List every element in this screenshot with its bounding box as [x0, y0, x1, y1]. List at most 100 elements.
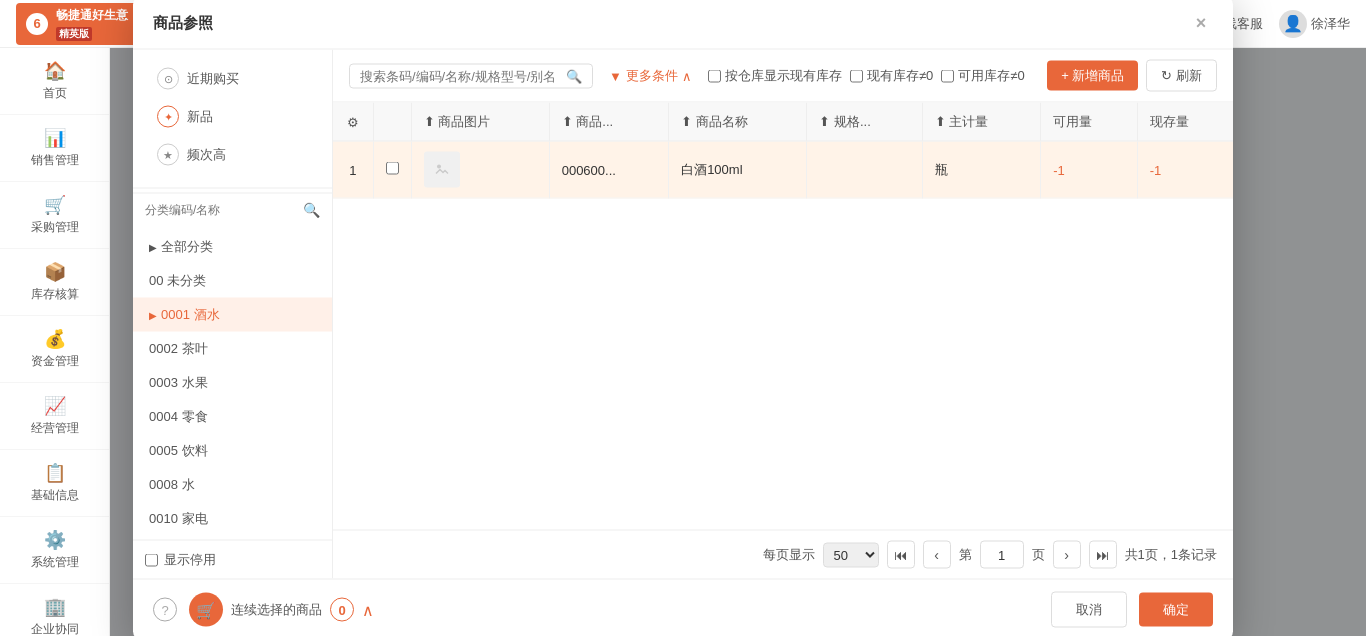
cell-code: 000600... — [549, 141, 668, 198]
next-page-button[interactable]: › — [1053, 541, 1081, 569]
product-search-input[interactable] — [360, 68, 560, 83]
sidebar-item-basic[interactable]: 📋 基础信息 — [0, 450, 109, 517]
left-panel-top: ⊙ 近期购买 ✦ 新品 ★ 频次高 — [133, 50, 332, 184]
all-categories-item[interactable]: ▶ 全部分类 — [133, 230, 332, 264]
col-name[interactable]: ⬆ 商品名称 — [669, 103, 807, 142]
current-stock-filter[interactable]: 现有库存≠0 — [850, 67, 933, 85]
more-filters-button[interactable]: ▼ 更多条件 ∧ — [601, 63, 700, 89]
available-stock-filter[interactable]: 可用库存≠0 — [941, 67, 1024, 85]
inventory-label: 库存核算 — [31, 286, 79, 303]
refresh-button[interactable]: ↻ 刷新 — [1146, 60, 1217, 92]
cat-0002-label: 0002 茶叶 — [149, 340, 208, 358]
category-list: ▶ 全部分类 00 未分类 ▶ 0001 酒水 0002 茶叶 0003 水果 — [133, 226, 332, 540]
display-disabled-checkbox[interactable] — [145, 553, 158, 566]
col-unit[interactable]: ⬆ 主计量 — [922, 103, 1041, 142]
product-thumbnail — [424, 152, 460, 188]
col-stock[interactable]: 现存量 — [1137, 103, 1233, 142]
sidebar-item-enterprise[interactable]: 🏢 企业协同 — [0, 584, 109, 636]
sales-icon: 📊 — [44, 127, 66, 149]
operation-label: 经营管理 — [31, 420, 79, 437]
display-disabled-toggle[interactable]: 显示停用 — [133, 540, 332, 579]
recent-buy-item[interactable]: ⊙ 近期购买 — [145, 60, 320, 98]
sidebar-item-purchase[interactable]: 🛒 采购管理 — [0, 182, 109, 249]
category-0001[interactable]: ▶ 0001 酒水 — [133, 298, 332, 332]
enterprise-label: 企业协同 — [31, 621, 79, 636]
cat-0001-label: 0001 酒水 — [161, 306, 220, 324]
cat-0010-label: 0010 家电 — [149, 510, 208, 528]
per-page-select[interactable]: 50 10 20 100 — [823, 542, 879, 567]
category-search: 🔍 — [133, 193, 332, 226]
right-panel: 🔍 ▼ 更多条件 ∧ 按仓库显示现有库存 现有库存≠0 — [333, 50, 1233, 579]
finance-label: 资金管理 — [31, 353, 79, 370]
sidebar-item-operation[interactable]: 📈 经营管理 — [0, 383, 109, 450]
new-product-icon: ✦ — [157, 106, 179, 128]
category-search-icon[interactable]: 🔍 — [303, 202, 320, 218]
col-spec[interactable]: ⬆ 规格... — [807, 103, 922, 142]
col-code[interactable]: ⬆ 商品... — [549, 103, 668, 142]
category-00[interactable]: 00 未分类 — [133, 264, 332, 298]
modal-header: 商品参照 × — [133, 0, 1233, 50]
cat-0001-arrow: ▶ — [149, 309, 157, 320]
collapse-selection-icon[interactable]: ∧ — [362, 600, 374, 619]
by-warehouse-checkbox[interactable] — [708, 69, 721, 82]
first-page-button[interactable]: ⏮ — [887, 541, 915, 569]
cell-checkbox[interactable] — [373, 141, 411, 198]
col-available[interactable]: 可用量 — [1041, 103, 1138, 142]
filter-icon: ▼ — [609, 68, 622, 83]
purchase-label: 采购管理 — [31, 219, 79, 236]
sidebar-item-home[interactable]: 🏠 首页 — [0, 48, 109, 115]
product-reference-modal: 商品参照 × ⊙ 近期购买 ✦ 新品 ★ 频次高 — [133, 0, 1233, 636]
home-icon: 🏠 — [44, 60, 66, 82]
add-product-button[interactable]: + 新增商品 — [1047, 61, 1138, 91]
high-freq-item[interactable]: ★ 频次高 — [145, 136, 320, 174]
modal-close-button[interactable]: × — [1189, 11, 1213, 35]
filter-collapse-icon: ∧ — [682, 68, 692, 83]
col-settings[interactable]: ⚙ — [333, 103, 373, 142]
recent-buy-label: 近期购买 — [187, 70, 239, 88]
system-label: 系统管理 — [31, 554, 79, 571]
expand-arrow: ▶ — [149, 241, 157, 252]
product-search-box: 🔍 — [349, 63, 593, 88]
col-checkbox — [373, 103, 411, 142]
last-page-button[interactable]: ⏭ — [1089, 541, 1117, 569]
product-table-wrapper: ⚙ ⬆ 商品图片 ⬆ 商品... ⬆ 商品名称 — [333, 103, 1233, 530]
category-search-input[interactable] — [145, 203, 297, 217]
page-label-pre: 第 — [959, 546, 972, 564]
category-0010[interactable]: 0010 家电 — [133, 502, 332, 536]
sidebar-item-finance[interactable]: 💰 资金管理 — [0, 316, 109, 383]
new-product-item[interactable]: ✦ 新品 — [145, 98, 320, 136]
all-categories-label: 全部分类 — [161, 238, 213, 256]
cell-spec — [807, 141, 922, 198]
table-row[interactable]: 1 — [333, 141, 1233, 198]
page-number-input[interactable] — [980, 541, 1024, 569]
sidebar-item-inventory[interactable]: 📦 库存核算 — [0, 249, 109, 316]
per-page-label: 每页显示 — [763, 546, 815, 564]
operation-icon: 📈 — [44, 395, 66, 417]
continuous-label: 连续选择的商品 — [231, 601, 322, 619]
category-0002[interactable]: 0002 茶叶 — [133, 332, 332, 366]
current-stock-label: 现有库存≠0 — [867, 67, 933, 85]
user-profile-btn[interactable]: 👤 徐泽华 — [1279, 10, 1350, 38]
by-warehouse-filter[interactable]: 按仓库显示现有库存 — [708, 67, 842, 85]
current-stock-checkbox[interactable] — [850, 69, 863, 82]
row-checkbox[interactable] — [386, 162, 399, 175]
enterprise-icon: 🏢 — [44, 596, 66, 618]
sidebar-item-system[interactable]: ⚙️ 系统管理 — [0, 517, 109, 584]
category-0008[interactable]: 0008 水 — [133, 468, 332, 502]
help-icon[interactable]: ? — [153, 598, 177, 622]
category-0003[interactable]: 0003 水果 — [133, 366, 332, 400]
pagination-bar: 每页显示 50 10 20 100 ⏮ ‹ 第 页 › ⏭ 共1页，1条记录 — [333, 530, 1233, 579]
col-image: ⬆ 商品图片 — [411, 103, 549, 142]
sidebar-item-sales[interactable]: 📊 销售管理 — [0, 115, 109, 182]
continuous-count: 0 — [330, 598, 354, 622]
cart-icon[interactable]: 🛒 — [189, 593, 223, 627]
available-stock-checkbox[interactable] — [941, 69, 954, 82]
product-search-icon[interactable]: 🔍 — [566, 68, 582, 83]
cancel-button[interactable]: 取消 — [1051, 592, 1127, 628]
confirm-button[interactable]: 确定 — [1139, 593, 1213, 627]
cell-available: -1 — [1041, 141, 1138, 198]
svg-rect-0 — [432, 160, 452, 180]
prev-page-button[interactable]: ‹ — [923, 541, 951, 569]
category-0004[interactable]: 0004 零食 — [133, 400, 332, 434]
category-0005[interactable]: 0005 饮料 — [133, 434, 332, 468]
